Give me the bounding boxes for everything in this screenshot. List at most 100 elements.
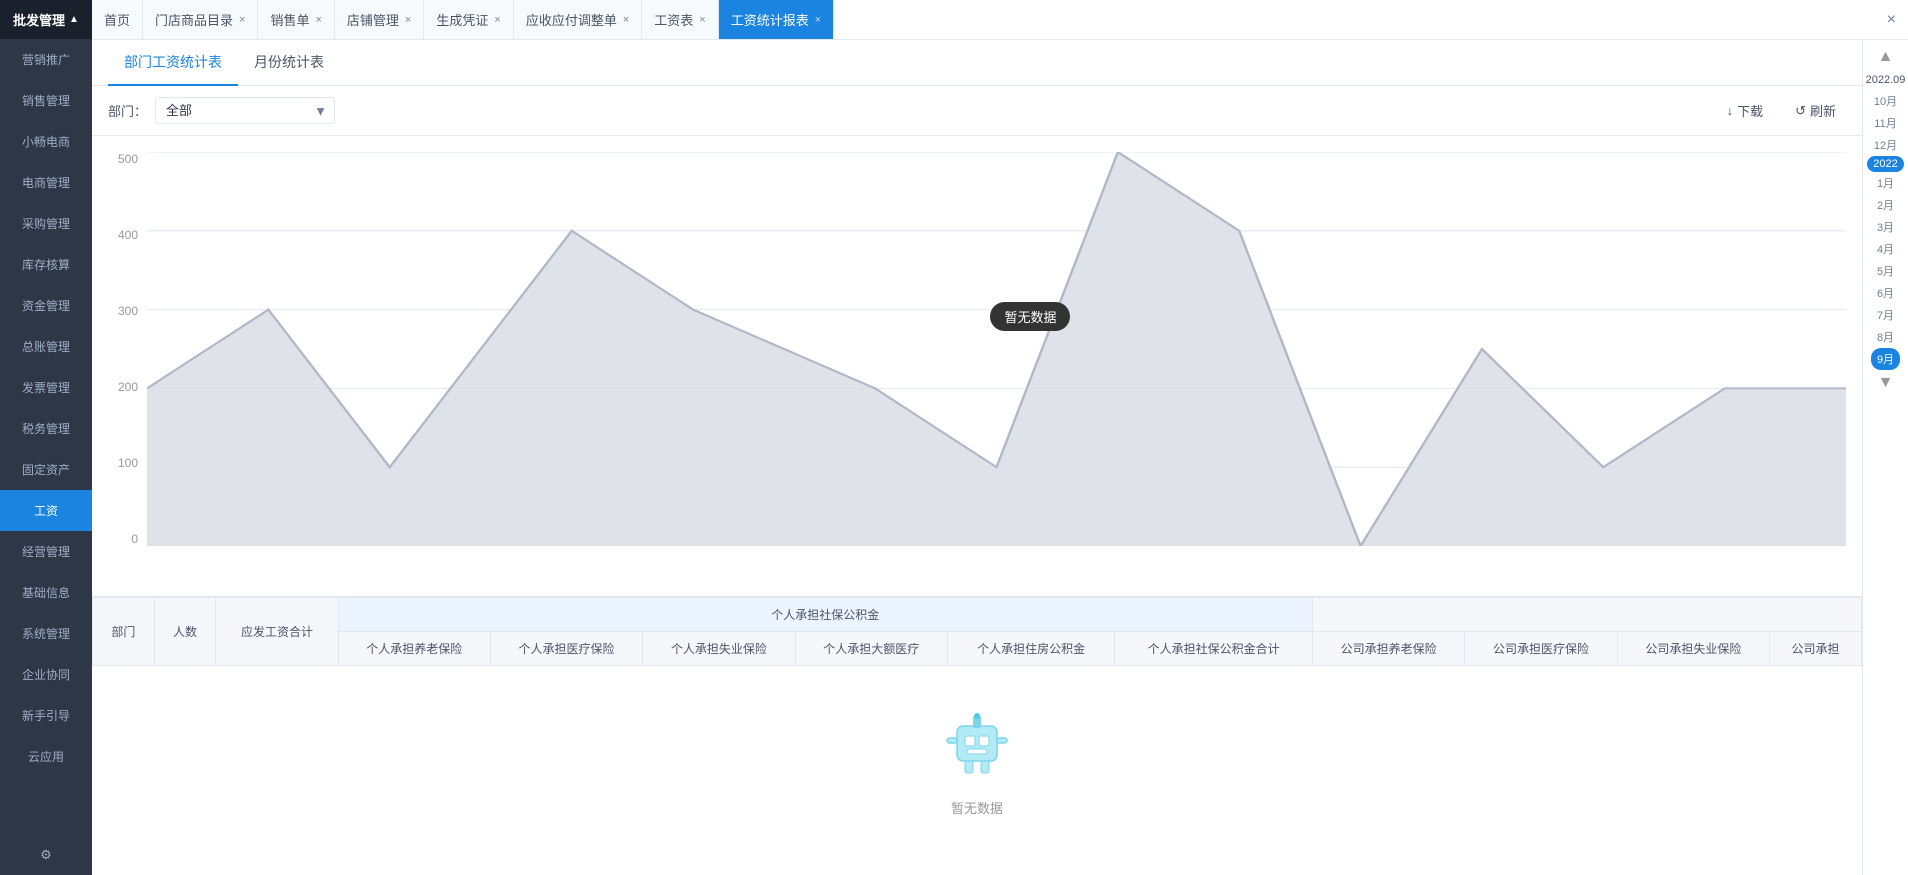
sidebar-item-xinshouyindao[interactable]: 新手引导 xyxy=(0,695,92,736)
table-wrapper[interactable]: 部门 人数 应发工资合计 个人承担社保公积金 个人承担养老保险 个人承担医疗保险… xyxy=(92,596,1862,875)
sub-tab-dept[interactable]: 部门工资统计表 xyxy=(108,41,238,86)
dept-select[interactable]: 全部 xyxy=(155,97,335,124)
tab-home[interactable]: 首页 xyxy=(92,0,143,39)
tab-shop-catalog[interactable]: 门店商品目录 × xyxy=(143,0,258,39)
empty-state: 暂无数据 xyxy=(92,666,1862,857)
tab-voucher[interactable]: 生成凭证 × xyxy=(424,0,513,39)
tab-close-sales-order[interactable]: × xyxy=(315,14,321,26)
sidebar-item-jichu[interactable]: 基础信息 xyxy=(0,572,92,613)
th-personal-large-medical: 个人承担大额医疗 xyxy=(795,632,947,666)
y-label-500: 500 xyxy=(108,152,138,166)
sidebar-item-zhangzhang[interactable]: 总账管理 xyxy=(0,326,92,367)
empty-text: 暂无数据 xyxy=(951,798,1003,817)
sidebar-item-qiyexietong[interactable]: 企业协同 xyxy=(0,654,92,695)
toolbar: 部门： 全部 ▼ ↓ 下载 xyxy=(92,86,1862,136)
refresh-icon: ↺ xyxy=(1795,103,1806,119)
sidebar-item-xitong[interactable]: 系统管理 xyxy=(0,613,92,654)
tab-close-payroll-report[interactable]: × xyxy=(815,14,821,26)
refresh-button[interactable]: ↺ 刷新 xyxy=(1785,96,1846,125)
y-label-0: 0 xyxy=(108,532,138,546)
th-personal-medical: 个人承担医疗保险 xyxy=(490,632,642,666)
timeline-month-5[interactable]: 5月 xyxy=(1877,260,1894,282)
empty-icon xyxy=(937,706,1017,786)
download-icon: ↓ xyxy=(1727,103,1734,118)
sidebar-item-kucun[interactable]: 库存核算 xyxy=(0,244,92,285)
timeline-month-6[interactable]: 6月 xyxy=(1877,282,1894,304)
chart-svg xyxy=(147,152,1846,546)
tab-close-ar-ap[interactable]: × xyxy=(623,14,629,26)
tab-bar-close-button[interactable]: × xyxy=(1875,11,1908,29)
download-button[interactable]: ↓ 下载 xyxy=(1717,96,1774,125)
main-area: 首页 门店商品目录 × 销售单 × 店铺管理 × 生成凭证 × 应收应付调整单 … xyxy=(92,0,1908,875)
sidebar-item-shuiwu[interactable]: 税务管理 xyxy=(0,408,92,449)
tab-payroll-report[interactable]: 工资统计报表 × xyxy=(719,0,834,39)
timeline-nav-up[interactable]: ▲ xyxy=(1874,44,1898,70)
payroll-table: 部门 人数 应发工资合计 个人承担社保公积金 个人承担养老保险 个人承担医疗保险… xyxy=(92,597,1862,666)
sidebar-settings-button[interactable]: ⚙ xyxy=(0,835,92,875)
sidebar-item-xiaochang[interactable]: 小畅电商 xyxy=(0,121,92,162)
sidebar-item-zijin[interactable]: 资金管理 xyxy=(0,285,92,326)
sidebar-header-label: 批发管理 xyxy=(13,10,65,29)
timeline-month-1[interactable]: 1月 xyxy=(1877,172,1894,194)
timeline-month-3[interactable]: 3月 xyxy=(1877,216,1894,238)
timeline-nav-down[interactable]: ▼ xyxy=(1874,370,1898,396)
th-company-other: 公司承担 xyxy=(1770,632,1862,666)
timeline-month-9[interactable]: 9月 xyxy=(1871,348,1900,370)
sidebar-item-fapiao[interactable]: 发票管理 xyxy=(0,367,92,408)
th-personal-pension: 个人承担养老保险 xyxy=(338,632,490,666)
timeline-month-8[interactable]: 8月 xyxy=(1877,326,1894,348)
sidebar-item-caigou[interactable]: 采购管理 xyxy=(0,203,92,244)
tab-sales-order[interactable]: 销售单 × xyxy=(258,0,334,39)
sidebar-item-xiaoshou[interactable]: 销售管理 xyxy=(0,80,92,121)
chart-tooltip: 暂无数据 xyxy=(990,302,1070,331)
sidebar-item-dianshang[interactable]: 电商管理 xyxy=(0,162,92,203)
th-company-pension: 公司承担养老保险 xyxy=(1313,632,1465,666)
tab-payroll[interactable]: 工资表 × xyxy=(642,0,718,39)
toolbar-right: ↓ 下载 ↺ 刷新 xyxy=(1717,96,1846,125)
y-label-100: 100 xyxy=(108,456,138,470)
tab-close-store-mgmt[interactable]: × xyxy=(405,14,411,26)
sidebar-item-yingxiao[interactable]: 营销推广 xyxy=(0,39,92,80)
th-personal-social: 个人承担社保公积金 xyxy=(338,598,1312,632)
sidebar: 批发管理 ▲ 营销推广 销售管理 小畅电商 电商管理 采购管理 库存核算 资金管… xyxy=(0,0,92,875)
th-dept: 部门 xyxy=(93,598,155,666)
timeline-month-7[interactable]: 7月 xyxy=(1877,304,1894,326)
toolbar-left: 部门： 全部 ▼ xyxy=(108,97,335,124)
th-company-unemployment: 公司承担失业保险 xyxy=(1617,632,1769,666)
sidebar-header[interactable]: 批发管理 ▲ xyxy=(0,0,92,39)
timeline-month-4[interactable]: 4月 xyxy=(1877,238,1894,260)
th-personal-housing: 个人承担住房公积金 xyxy=(947,632,1114,666)
sidebar-item-gongzi[interactable]: 工资 xyxy=(0,490,92,531)
y-label-400: 400 xyxy=(108,228,138,242)
dept-select-wrapper: 全部 ▼ xyxy=(155,97,335,124)
y-label-300: 300 xyxy=(108,304,138,318)
th-personal-unemployment: 个人承担失业保险 xyxy=(643,632,795,666)
timeline-year-2022-09[interactable]: 2022.09 xyxy=(1866,70,1906,90)
tab-ar-ap[interactable]: 应收应付调整单 × xyxy=(514,0,642,39)
th-personal-social-total: 个人承担社保公积金合计 xyxy=(1115,632,1313,666)
dept-label: 部门： xyxy=(108,101,147,120)
timeline-month-10[interactable]: 10月 xyxy=(1874,90,1897,112)
sidebar-header-arrow-icon: ▲ xyxy=(69,14,79,25)
page-content: 部门工资统计表 月份统计表 部门： 全部 ▼ xyxy=(92,40,1862,875)
content-area: 部门工资统计表 月份统计表 部门： 全部 ▼ xyxy=(92,40,1908,875)
sidebar-item-yunyingyong[interactable]: 云应用 xyxy=(0,736,92,777)
tab-close-voucher[interactable]: × xyxy=(494,14,500,26)
timeline-month-12[interactable]: 12月 xyxy=(1874,134,1897,156)
chart-svg-wrapper: 暂无数据 xyxy=(147,152,1846,546)
th-company-medical: 公司承担医疗保险 xyxy=(1465,632,1617,666)
timeline-month-11[interactable]: 11月 xyxy=(1874,112,1896,134)
timeline-year-badge-2022[interactable]: 2022 xyxy=(1867,156,1903,172)
sidebar-item-gudingzichan[interactable]: 固定资产 xyxy=(0,449,92,490)
chart-area: 500 400 300 200 100 0 xyxy=(92,136,1862,596)
tab-close-payroll[interactable]: × xyxy=(699,14,705,26)
sidebar-item-jingying[interactable]: 经营管理 xyxy=(0,531,92,572)
y-label-200: 200 xyxy=(108,380,138,394)
timeline-month-2[interactable]: 2月 xyxy=(1877,194,1894,216)
gear-icon: ⚙ xyxy=(40,847,52,863)
th-company-social xyxy=(1313,598,1862,632)
tab-close-shop-catalog[interactable]: × xyxy=(239,14,245,26)
sub-tab-bar: 部门工资统计表 月份统计表 xyxy=(92,40,1862,86)
tab-store-mgmt[interactable]: 店铺管理 × xyxy=(335,0,424,39)
sub-tab-month[interactable]: 月份统计表 xyxy=(238,41,340,86)
